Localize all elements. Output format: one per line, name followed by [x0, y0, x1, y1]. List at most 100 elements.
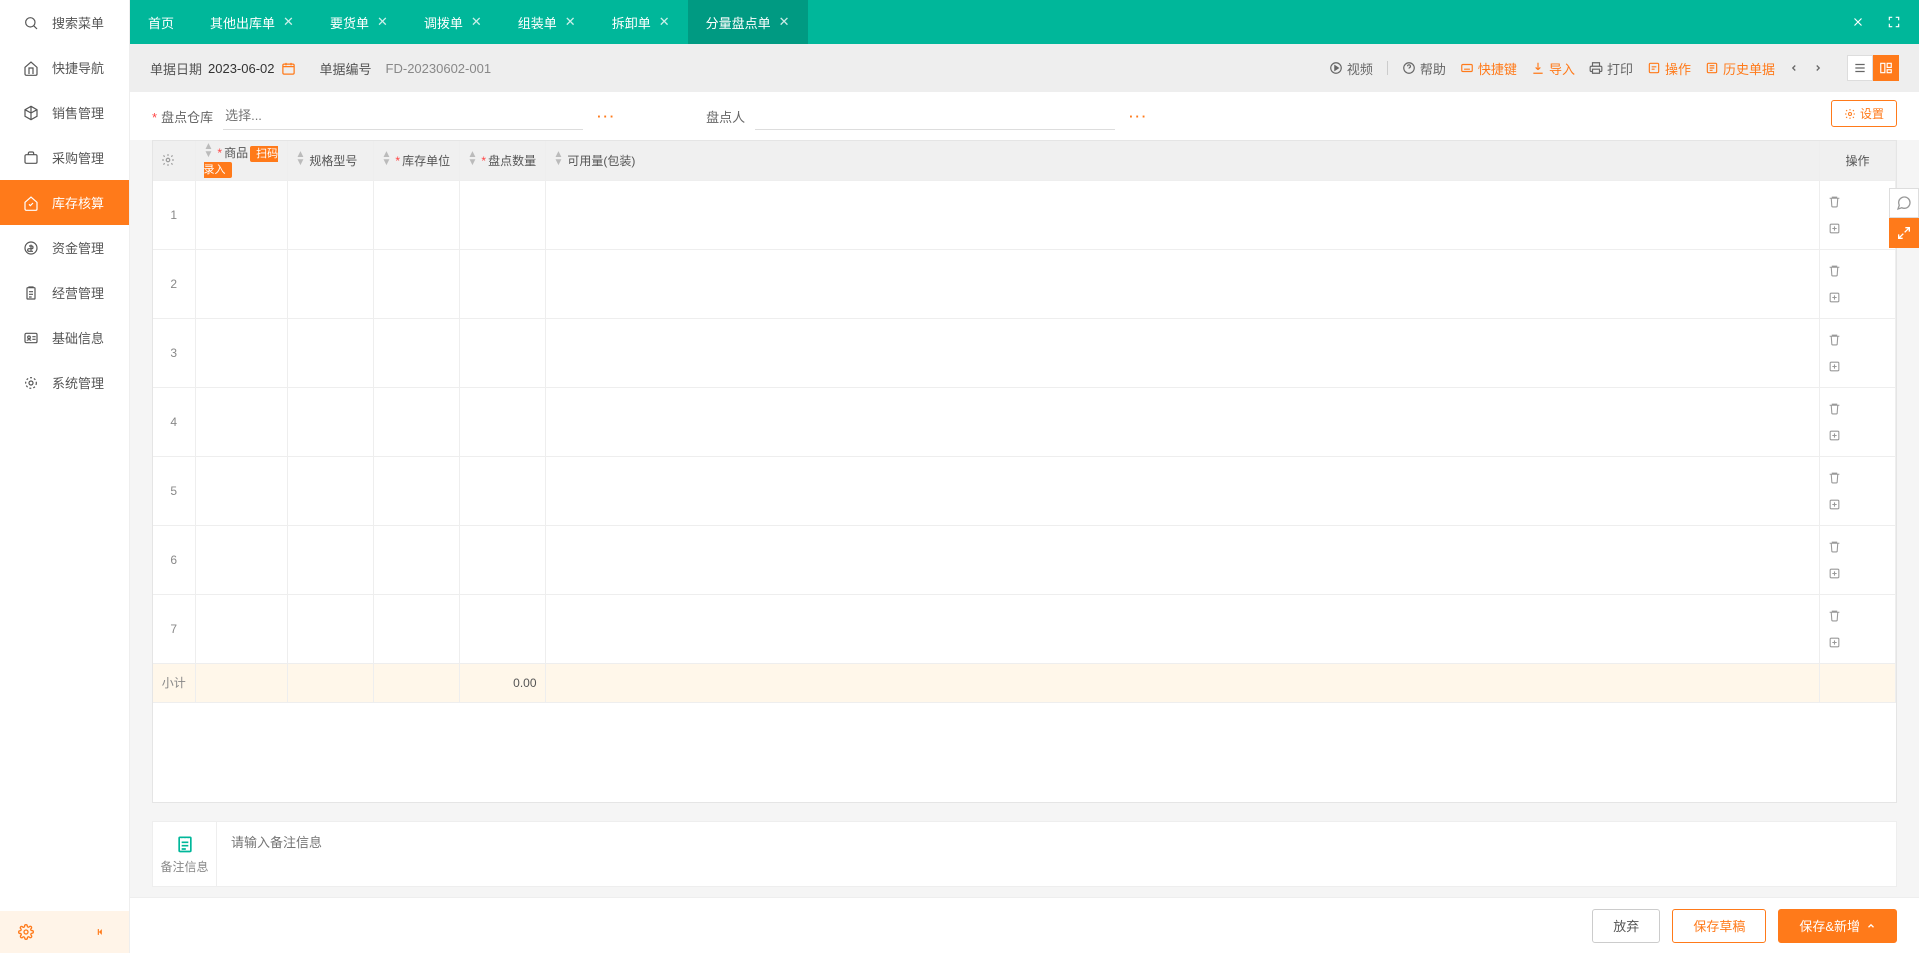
toolbar-help[interactable]: 帮助: [1402, 59, 1446, 78]
tab-6[interactable]: 分量盘点单✕: [688, 0, 808, 44]
row-delete-icon[interactable]: [1828, 333, 1887, 346]
tab-4[interactable]: 组装单✕: [500, 0, 594, 44]
sidebar: 搜索菜单快捷导航销售管理采购管理库存核算资金管理经营管理基础信息系统管理: [0, 0, 130, 953]
row-add-icon[interactable]: [1828, 636, 1887, 649]
row-delete-icon[interactable]: [1828, 471, 1887, 484]
tab-5[interactable]: 拆卸单✕: [594, 0, 688, 44]
notes-icon: [175, 834, 195, 854]
row-add-icon[interactable]: [1828, 291, 1887, 304]
view-form-icon[interactable]: [1873, 55, 1899, 81]
sidebar-item-label: 经营管理: [52, 283, 104, 302]
sidebar-item-8[interactable]: 系统管理: [0, 360, 129, 405]
calendar-icon[interactable]: [281, 61, 296, 76]
warehouse-input[interactable]: [223, 102, 583, 130]
search-icon: [22, 14, 40, 32]
th-unit[interactable]: ▲▼*库存单位: [373, 141, 459, 180]
tab-close-icon[interactable]: ✕: [377, 14, 388, 30]
tab-close-all-icon[interactable]: [1843, 7, 1873, 37]
row-add-icon[interactable]: [1828, 222, 1887, 235]
form-header: *盘点仓库 ··· 盘点人 ··· 设置: [130, 92, 1919, 140]
tab-bar: 首页其他出库单✕要货单✕调拨单✕组装单✕拆卸单✕分量盘点单✕: [130, 0, 1919, 44]
tab-close-icon[interactable]: ✕: [659, 14, 670, 30]
table-row[interactable]: 7: [153, 594, 1896, 663]
table-row[interactable]: 1: [153, 181, 1896, 250]
table-row[interactable]: 5: [153, 456, 1896, 525]
sidebar-item-2[interactable]: 销售管理: [0, 90, 129, 135]
tab-close-icon[interactable]: ✕: [471, 14, 482, 30]
toolbar-video[interactable]: 视频: [1329, 59, 1373, 78]
save-new-button[interactable]: 保存&新增: [1778, 909, 1897, 943]
footer-bar: 放弃 保存草稿 保存&新增: [130, 897, 1919, 953]
row-add-icon[interactable]: [1828, 567, 1887, 580]
th-product[interactable]: ▲▼*商品扫码录入: [195, 141, 287, 180]
toolbar-next[interactable]: [1813, 63, 1823, 73]
settings-gear-icon[interactable]: [18, 924, 34, 940]
tab-2[interactable]: 要货单✕: [312, 0, 406, 44]
row-delete-icon[interactable]: [1828, 402, 1887, 415]
float-chat-icon[interactable]: [1889, 188, 1919, 218]
settings-button[interactable]: 设置: [1831, 100, 1897, 127]
sidebar-item-label: 基础信息: [52, 328, 104, 347]
toolbar-prev[interactable]: [1789, 63, 1799, 73]
docno-value: FD-20230602-001: [386, 61, 492, 76]
tab-0[interactable]: 首页: [130, 0, 192, 44]
checker-label: 盘点人: [706, 107, 745, 126]
sidebar-item-7[interactable]: 基础信息: [0, 315, 129, 360]
sidebar-item-6[interactable]: 经营管理: [0, 270, 129, 315]
collapse-sidebar-icon[interactable]: [95, 925, 111, 939]
th-qty[interactable]: ▲▼*盘点数量: [459, 141, 545, 180]
th-ops: 操作: [1820, 141, 1896, 180]
sidebar-item-3[interactable]: 采购管理: [0, 135, 129, 180]
checker-more-icon[interactable]: ···: [1129, 109, 1148, 124]
tab-1[interactable]: 其他出库单✕: [192, 0, 312, 44]
sidebar-item-0[interactable]: 搜索菜单: [0, 0, 129, 45]
subtotal-row: 小计 0.00: [153, 663, 1896, 702]
save-draft-button[interactable]: 保存草稿: [1672, 909, 1766, 943]
row-add-icon[interactable]: [1828, 429, 1887, 442]
sidebar-item-label: 库存核算: [52, 193, 104, 212]
row-number: 6: [153, 525, 195, 594]
remarks-input[interactable]: [217, 822, 1896, 886]
row-delete-icon[interactable]: [1828, 609, 1887, 622]
row-delete-icon[interactable]: [1828, 195, 1887, 208]
id-card-icon: [22, 329, 40, 347]
th-gear[interactable]: [153, 141, 195, 180]
table-row[interactable]: 6: [153, 525, 1896, 594]
toolbar-import[interactable]: 导入: [1531, 59, 1575, 78]
tab-close-icon[interactable]: ✕: [283, 14, 294, 30]
checker-input[interactable]: [755, 102, 1115, 130]
tab-3[interactable]: 调拨单✕: [406, 0, 500, 44]
float-expand-icon[interactable]: [1889, 218, 1919, 248]
row-delete-icon[interactable]: [1828, 264, 1887, 277]
tag-icon: [22, 104, 40, 122]
toolbar-shortcut[interactable]: 快捷键: [1460, 59, 1517, 78]
th-spec[interactable]: ▲▼规格型号: [287, 141, 373, 180]
discard-button[interactable]: 放弃: [1592, 909, 1660, 943]
fullscreen-icon[interactable]: [1879, 7, 1909, 37]
row-delete-icon[interactable]: [1828, 540, 1887, 553]
table-row[interactable]: 4: [153, 387, 1896, 456]
date-value[interactable]: 2023-06-02: [208, 61, 275, 76]
sidebar-item-1[interactable]: 快捷导航: [0, 45, 129, 90]
row-add-icon[interactable]: [1828, 498, 1887, 511]
gear-ring-icon: [22, 374, 40, 392]
table-row[interactable]: 3: [153, 318, 1896, 387]
sidebar-item-label: 快捷导航: [52, 58, 104, 77]
th-avail[interactable]: ▲▼可用量(包装): [545, 141, 1820, 180]
table-row[interactable]: 2: [153, 249, 1896, 318]
sidebar-item-4[interactable]: 库存核算: [0, 180, 129, 225]
row-add-icon[interactable]: [1828, 360, 1887, 373]
toolbar-print[interactable]: 打印: [1589, 59, 1633, 78]
document-toolbar: 单据日期 2023-06-02 单据编号 FD-20230602-001 视频 …: [130, 44, 1919, 92]
row-number: 3: [153, 318, 195, 387]
toolbar-history[interactable]: 历史单据: [1705, 59, 1775, 78]
sidebar-item-5[interactable]: 资金管理: [0, 225, 129, 270]
tab-close-icon[interactable]: ✕: [779, 14, 790, 30]
warehouse-more-icon[interactable]: ···: [597, 109, 616, 124]
sidebar-item-label: 采购管理: [52, 148, 104, 167]
view-list-icon[interactable]: [1847, 55, 1873, 81]
tab-close-icon[interactable]: ✕: [565, 14, 576, 30]
toolbar-operate[interactable]: 操作: [1647, 59, 1691, 78]
sidebar-item-label: 搜索菜单: [52, 13, 104, 32]
house-check-icon: [22, 194, 40, 212]
